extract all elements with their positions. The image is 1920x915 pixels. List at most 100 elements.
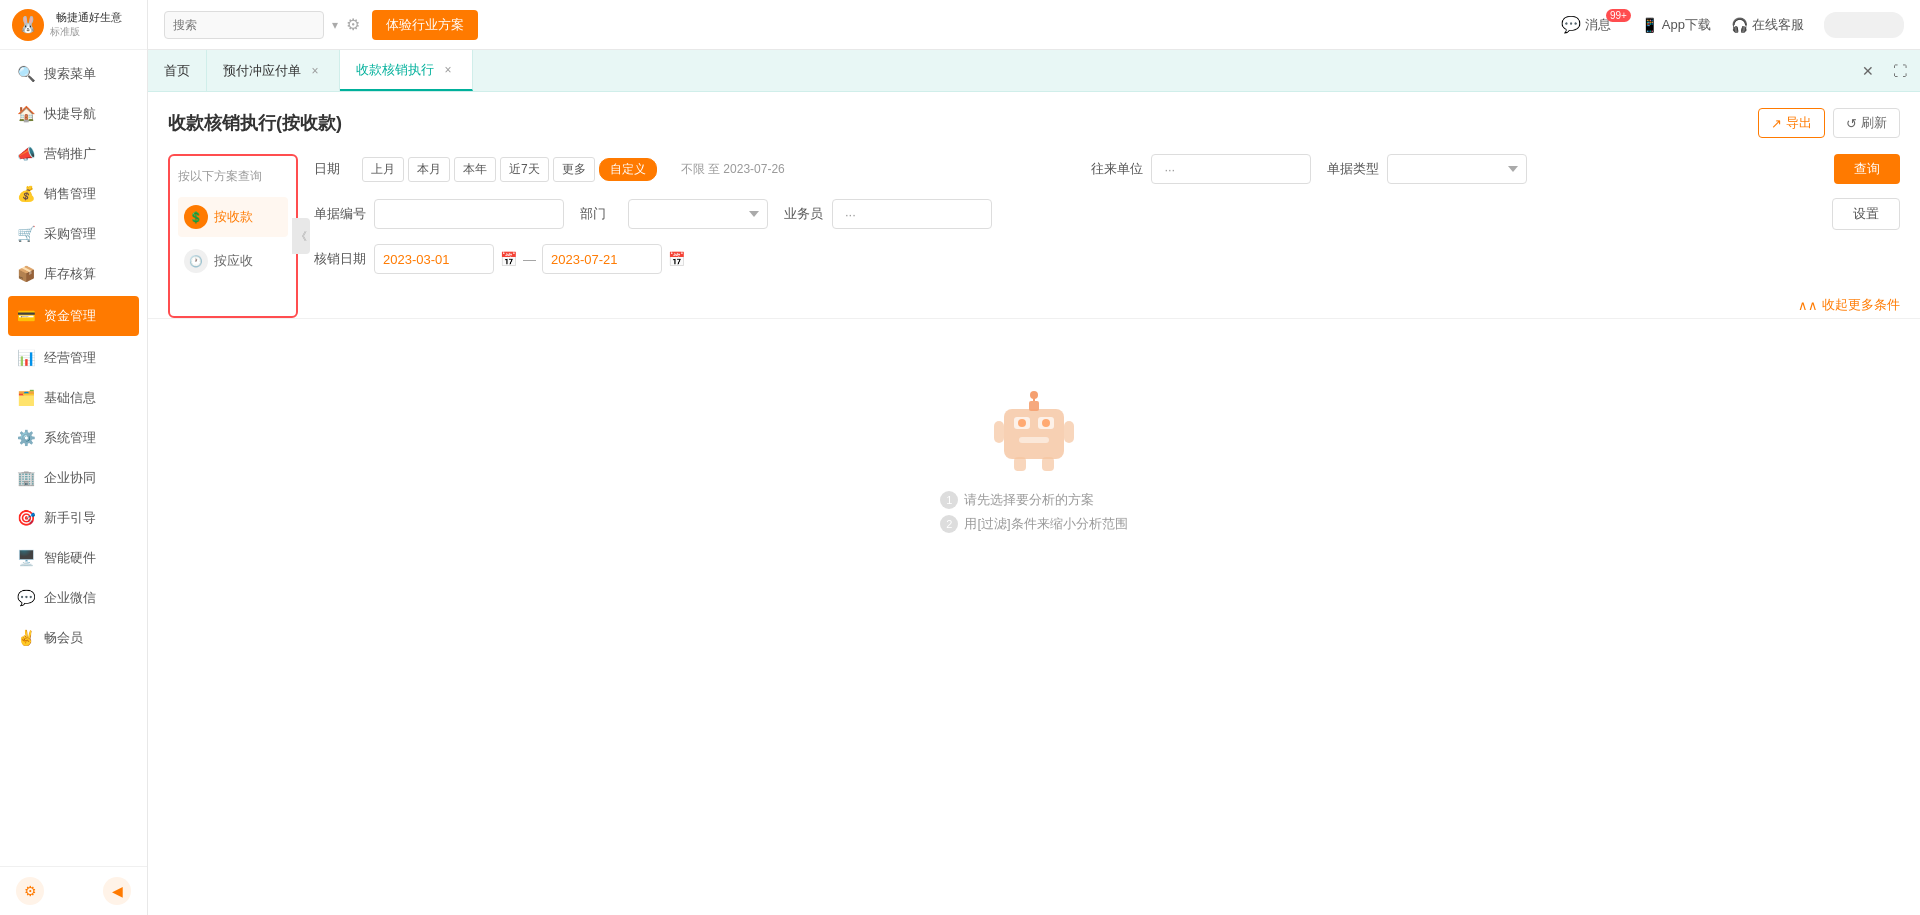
sidebar-item-purchase[interactable]: 🛒 采购管理 bbox=[0, 214, 147, 254]
wechat-icon: 💬 bbox=[16, 588, 36, 608]
this-year-btn[interactable]: 本年 bbox=[454, 157, 496, 182]
filter-sidebar-collapse-btn[interactable]: 《 bbox=[292, 218, 310, 254]
sidebar-item-basic[interactable]: 🗂️ 基础信息 bbox=[0, 378, 147, 418]
partner-field: 往来单位 ··· bbox=[1091, 154, 1311, 184]
message-button[interactable]: 💬 消息 99+ bbox=[1561, 15, 1621, 34]
filter-area: 按以下方案查询 💲 按收款 🕐 按应收 《 bbox=[168, 154, 1900, 318]
svg-rect-12 bbox=[1042, 457, 1054, 471]
close-tab-button[interactable]: ✕ bbox=[1856, 59, 1880, 83]
more-btn[interactable]: 更多 bbox=[553, 157, 595, 182]
sidebar-item-system[interactable]: ⚙️ 系统管理 bbox=[0, 418, 147, 458]
enterprise-icon: 🏢 bbox=[16, 468, 36, 488]
page-content: 收款核销执行(按收款) ↗ 导出 ↺ 刷新 按以下方案查询 bbox=[148, 92, 1920, 915]
page-header: 收款核销执行(按收款) ↗ 导出 ↺ 刷新 bbox=[168, 108, 1900, 138]
tab-receipt-offset[interactable]: 收款核销执行 × bbox=[340, 50, 473, 91]
bill-no-input[interactable] bbox=[374, 199, 564, 229]
chevron-up-icon: ∧∧ bbox=[1798, 298, 1818, 313]
sidebar-label-sales: 销售管理 bbox=[44, 185, 96, 203]
cal-start-icon[interactable]: 📅 bbox=[500, 251, 517, 267]
filter-option-by-receivable[interactable]: 🕐 按应收 bbox=[178, 241, 288, 281]
collapse-icon[interactable]: ◀ bbox=[103, 877, 131, 905]
sidebar-item-search[interactable]: 🔍 搜索菜单 bbox=[0, 54, 147, 94]
sidebar-nav: 🔍 搜索菜单 🏠 快捷导航 📣 营销推广 💰 销售管理 🛒 采购管理 📦 库存核… bbox=[0, 50, 147, 866]
topbar-search-input[interactable] bbox=[164, 11, 324, 39]
sidebar-item-sales[interactable]: 💰 销售管理 bbox=[0, 174, 147, 214]
custom-date-badge: 自定义 bbox=[599, 158, 657, 181]
topbar-dropdown-icon[interactable]: ▾ bbox=[332, 18, 338, 32]
date-separator: — bbox=[523, 252, 536, 267]
industry-solution-button[interactable]: 体验行业方案 bbox=[372, 10, 478, 40]
app-logo: 🐰 畅捷通好生意 标准版 bbox=[0, 0, 147, 50]
sidebar-item-operation[interactable]: 📊 经营管理 bbox=[0, 338, 147, 378]
page-inner: 收款核销执行(按收款) ↗ 导出 ↺ 刷新 按以下方案查询 bbox=[148, 92, 1920, 915]
app-label: App下载 bbox=[1662, 16, 1711, 34]
sidebar-item-wechat[interactable]: 💬 企业微信 bbox=[0, 578, 147, 618]
verify-date-end-input[interactable] bbox=[542, 244, 662, 274]
verify-date-picker: 📅 — 📅 bbox=[374, 244, 685, 274]
filter-option-by-receipt[interactable]: 💲 按收款 bbox=[178, 197, 288, 237]
last-month-btn[interactable]: 上月 bbox=[362, 157, 404, 182]
last-7-days-btn[interactable]: 近7天 bbox=[500, 157, 549, 182]
refresh-icon: ↺ bbox=[1846, 116, 1857, 131]
topbar-gear-icon[interactable]: ⚙ bbox=[346, 15, 360, 34]
marketing-icon: 📣 bbox=[16, 144, 36, 164]
refresh-button[interactable]: ↺ 刷新 bbox=[1833, 108, 1900, 138]
svg-rect-11 bbox=[1014, 457, 1026, 471]
sidebar-item-marketing[interactable]: 📣 营销推广 bbox=[0, 134, 147, 174]
page-actions: ↗ 导出 ↺ 刷新 bbox=[1758, 108, 1900, 138]
bill-no-label: 单据编号 bbox=[314, 205, 366, 223]
sidebar-item-member[interactable]: ✌️ 畅会员 bbox=[0, 618, 147, 658]
dept-field: 部门 bbox=[580, 199, 768, 229]
svg-rect-10 bbox=[1064, 421, 1074, 443]
cal-end-icon[interactable]: 📅 bbox=[668, 251, 685, 267]
sidebar-label-newbie: 新手引导 bbox=[44, 509, 96, 527]
settings-icon[interactable]: ⚙ bbox=[16, 877, 44, 905]
this-month-btn[interactable]: 本月 bbox=[408, 157, 450, 182]
sidebar-label-operation: 经营管理 bbox=[44, 349, 96, 367]
tab-receipt-close[interactable]: × bbox=[440, 62, 456, 78]
query-button[interactable]: 查询 bbox=[1834, 154, 1900, 184]
sidebar-bottom: ⚙ ◀ bbox=[0, 866, 147, 915]
date-field: 日期 上月 本月 本年 近7天 更多 自定义 bbox=[314, 157, 657, 182]
dept-select[interactable] bbox=[628, 199, 768, 229]
sidebar-item-quicknav[interactable]: 🏠 快捷导航 bbox=[0, 94, 147, 134]
online-service-button[interactable]: 🎧 在线客服 bbox=[1731, 16, 1804, 34]
sidebar-label-finance: 资金管理 bbox=[44, 307, 96, 325]
sidebar-item-inventory[interactable]: 📦 库存核算 bbox=[0, 254, 147, 294]
sidebar-item-newbie[interactable]: 🎯 新手引导 bbox=[0, 498, 147, 538]
filter-sidebar-title: 按以下方案查询 bbox=[178, 168, 288, 185]
verify-date-start-input[interactable] bbox=[374, 244, 494, 274]
filter-row-3: 核销日期 📅 — 📅 bbox=[314, 244, 1900, 274]
tab-home[interactable]: 首页 bbox=[148, 50, 207, 91]
date-label: 日期 bbox=[314, 160, 354, 178]
svg-rect-3 bbox=[1019, 437, 1049, 443]
settings-button[interactable]: 设置 bbox=[1832, 198, 1900, 230]
sidebar-item-finance[interactable]: 💳 资金管理 bbox=[8, 296, 139, 336]
receipt-option-icon: 💲 bbox=[184, 205, 208, 229]
app-download-button[interactable]: 📱 App下载 bbox=[1641, 16, 1711, 34]
bill-type-select[interactable] bbox=[1387, 154, 1527, 184]
bill-type-field: 单据类型 bbox=[1327, 154, 1527, 184]
maximize-tab-button[interactable]: ⛶ bbox=[1888, 59, 1912, 83]
tip-num-1: 1 bbox=[940, 491, 958, 509]
collapse-conditions-button[interactable]: ∧∧ 收起更多条件 bbox=[314, 292, 1900, 318]
message-badge: 99+ bbox=[1606, 9, 1631, 22]
sidebar-item-enterprise[interactable]: 🏢 企业协同 bbox=[0, 458, 147, 498]
svg-point-8 bbox=[1030, 391, 1038, 399]
user-avatar[interactable] bbox=[1824, 12, 1904, 38]
sidebar-item-hardware[interactable]: 🖥️ 智能硬件 bbox=[0, 538, 147, 578]
sales-icon: 💰 bbox=[16, 184, 36, 204]
staff-input[interactable]: ··· bbox=[832, 199, 992, 229]
member-icon: ✌️ bbox=[16, 628, 36, 648]
tab-home-label: 首页 bbox=[164, 62, 190, 80]
filter-row-2: 单据编号 部门 业务员 ··· 设置 bbox=[314, 198, 1900, 230]
sidebar-label-wechat: 企业微信 bbox=[44, 589, 96, 607]
tab-prepay[interactable]: 预付冲应付单 × bbox=[207, 50, 340, 91]
export-button[interactable]: ↗ 导出 bbox=[1758, 108, 1825, 138]
partner-input[interactable]: ··· bbox=[1151, 154, 1311, 184]
svg-point-4 bbox=[1018, 419, 1026, 427]
date-buttons: 上月 本月 本年 近7天 更多 自定义 bbox=[362, 157, 657, 182]
tab-prepay-close[interactable]: × bbox=[307, 63, 323, 79]
filter-option-receivable-label: 按应收 bbox=[214, 252, 253, 270]
svg-rect-9 bbox=[994, 421, 1004, 443]
